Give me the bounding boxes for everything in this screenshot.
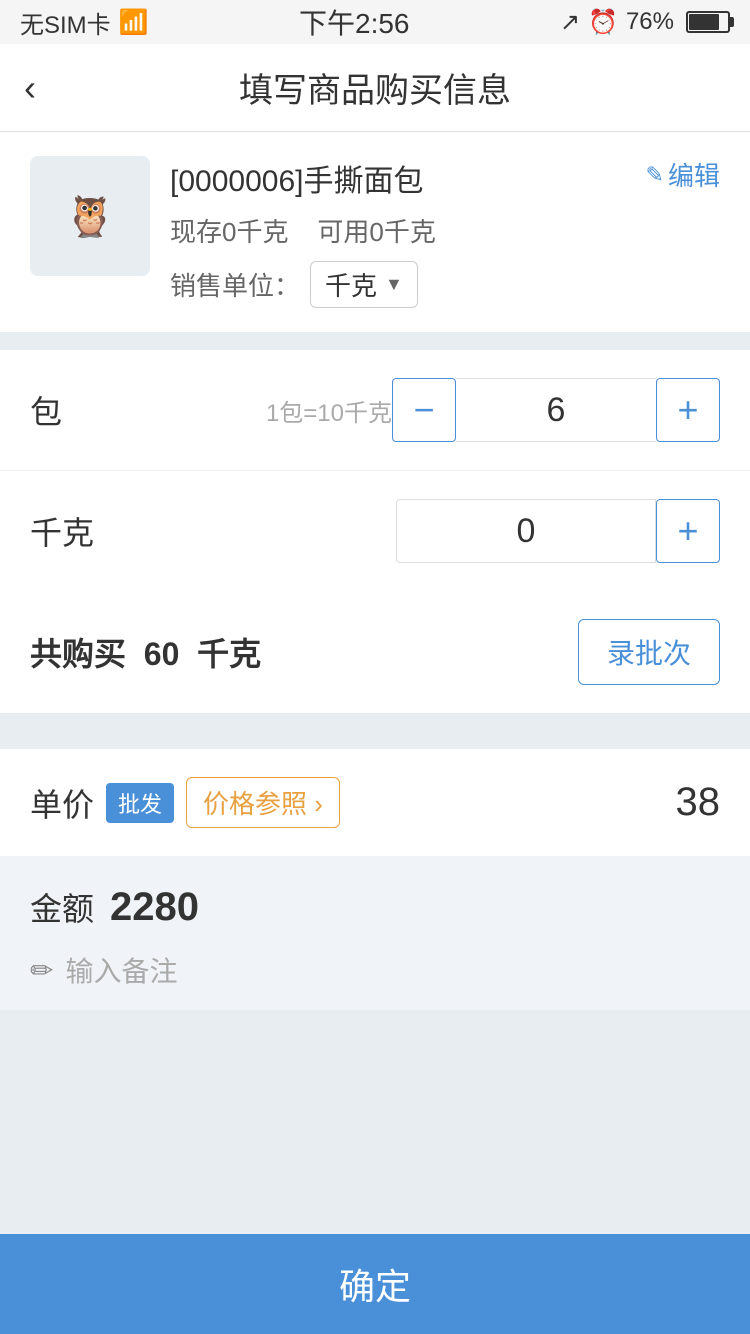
total-row: 共购买 60 千克 录批次 xyxy=(0,591,750,713)
package-row: 包 1包=10千克 − + xyxy=(0,350,750,471)
confirm-button[interactable]: 确定 xyxy=(0,1234,750,1334)
note-row[interactable]: ✏ 输入备注 xyxy=(30,950,720,990)
edit-button[interactable]: ✎ 编辑 xyxy=(646,156,720,193)
product-image: 🦉 xyxy=(30,156,150,276)
battery-percent: 76% xyxy=(626,8,674,36)
nav-bar: ‹ 填写商品购买信息 xyxy=(0,44,750,132)
location-icon: ↗ xyxy=(560,8,580,37)
carrier-text: 无SIM卡 xyxy=(20,5,111,40)
status-time: 下午2:56 xyxy=(299,2,410,42)
input-section: 包 1包=10千克 − + 千克 + xyxy=(0,350,750,591)
wifi-icon: 📶 xyxy=(119,8,149,37)
product-info: [0000006]手撕面包 现存0千克 可用0千克 销售单位： 千克 xyxy=(170,156,720,308)
divider-2 xyxy=(0,713,750,731)
price-label: 单价 xyxy=(30,780,94,826)
note-icon: ✏ xyxy=(30,954,53,987)
back-button[interactable]: ‹ xyxy=(24,67,36,109)
kg-quantity-input[interactable] xyxy=(396,499,656,563)
kg-label: 千克 xyxy=(30,508,396,554)
kg-quantity-control: + xyxy=(396,499,720,563)
amount-value: 2280 xyxy=(110,885,199,930)
amount-label: 金额 xyxy=(30,884,94,930)
status-bar: 无SIM卡 📶 下午2:56 ↗ ⏰ 76% xyxy=(0,0,750,44)
status-left: 无SIM卡 📶 xyxy=(20,5,149,40)
edit-icon: ✎ xyxy=(646,162,664,188)
kg-plus-button[interactable]: + xyxy=(656,499,720,563)
total-quantity: 60 xyxy=(144,636,180,672)
kg-row: 千克 + xyxy=(0,471,750,591)
unit-selector[interactable]: 千克 xyxy=(310,261,418,308)
edit-label: 编辑 xyxy=(668,156,720,193)
price-left: 单价 批发 价格参照 › xyxy=(30,777,340,828)
package-quantity-control: − + xyxy=(392,378,720,442)
product-logo-icon: 🦉 xyxy=(65,193,115,240)
note-placeholder: 输入备注 xyxy=(65,950,177,990)
package-hint: 1包=10千克 xyxy=(266,393,392,428)
wholesale-tag: 批发 xyxy=(106,783,174,823)
record-batch-button[interactable]: 录批次 xyxy=(578,619,720,685)
total-unit: 千克 xyxy=(197,636,261,672)
package-plus-button[interactable]: + xyxy=(656,378,720,442)
divider-1 xyxy=(0,332,750,350)
status-right: ↗ ⏰ 76% xyxy=(560,8,730,37)
product-card: 🦉 [0000006]手撕面包 现存0千克 可用0千克 销售单位： 千克 ✎ 编… xyxy=(0,132,750,332)
package-label: 包 xyxy=(30,387,254,433)
unit-label: 销售单位： xyxy=(170,266,300,303)
amount-section: 金额 2280 ✏ 输入备注 xyxy=(0,856,750,1010)
alarm-icon: ⏰ xyxy=(588,8,618,37)
product-stock: 现存0千克 可用0千克 xyxy=(170,212,720,249)
page-title: 填写商品购买信息 xyxy=(239,63,511,112)
stock-text: 现存0千克 xyxy=(170,217,288,247)
amount-row: 金额 2280 xyxy=(30,884,720,930)
battery-icon xyxy=(686,11,730,33)
price-row: 单价 批发 价格参照 › 38 xyxy=(30,777,720,828)
price-section: 单价 批发 价格参照 › 38 xyxy=(0,749,750,856)
package-quantity-input[interactable] xyxy=(456,378,656,442)
price-value: 38 xyxy=(676,780,721,825)
product-name: [0000006]手撕面包 xyxy=(170,156,720,200)
package-minus-button[interactable]: − xyxy=(392,378,456,442)
price-reference-button[interactable]: 价格参照 › xyxy=(186,777,340,828)
total-text: 共购买 60 千克 xyxy=(30,629,261,675)
available-text: 可用0千克 xyxy=(317,217,435,247)
product-unit-row: 销售单位： 千克 xyxy=(170,261,720,308)
total-prefix: 共购买 xyxy=(30,636,126,672)
